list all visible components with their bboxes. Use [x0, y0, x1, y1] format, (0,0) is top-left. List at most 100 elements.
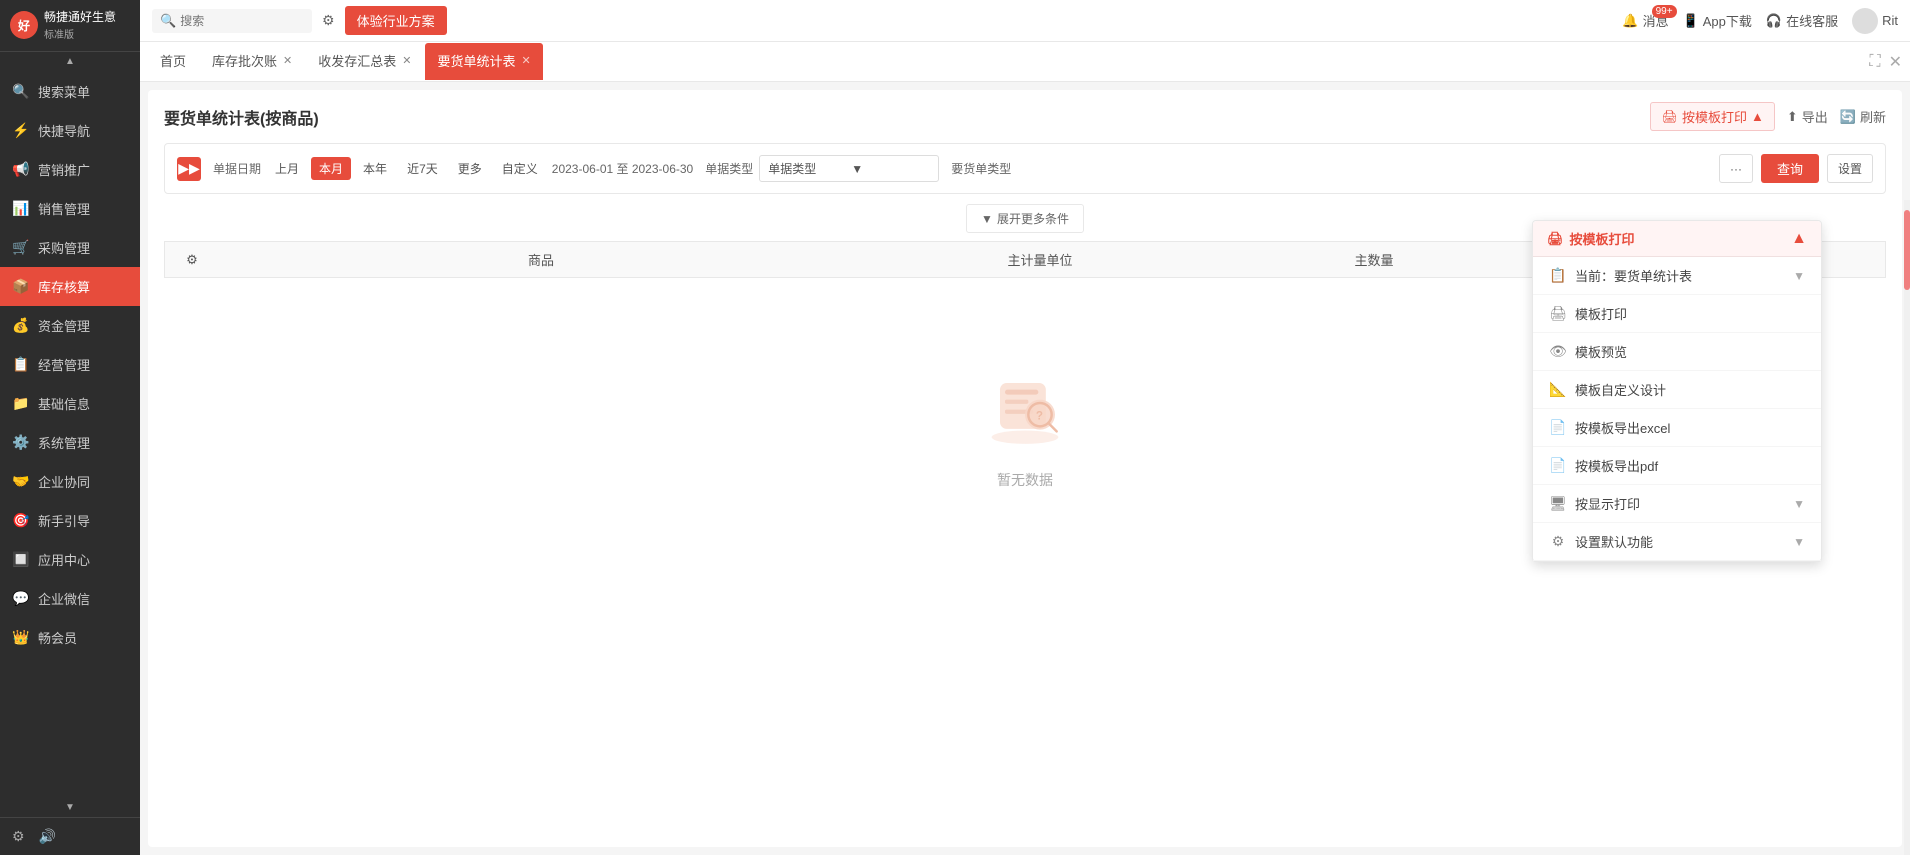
sidebar-item-sales[interactable]: 📊 销售管理	[0, 189, 140, 228]
tab-order-stats[interactable]: 要货单统计表 ✕	[425, 43, 542, 80]
sidebar-item-purchase[interactable]: 🛒 采购管理	[0, 228, 140, 267]
settings-button[interactable]: 设置	[1827, 154, 1873, 183]
sidebar-scroll-down[interactable]: ▼	[0, 797, 140, 817]
sidebar-item-label: 库存核算	[38, 277, 90, 296]
sidebar-item-operations[interactable]: 📋 经营管理	[0, 345, 140, 384]
finance-icon: 💰	[12, 317, 30, 334]
main-content: 🔍 ⚙ 体验行业方案 🔔 消息 99+ 📱 App下载 🎧 在线客服 Rit	[140, 0, 1910, 855]
sidebar-logo: 好 畅捷通好生意 标准版	[0, 0, 140, 52]
wechat-icon: 💬	[12, 590, 30, 607]
content-actions: 🖨 按模板打印 ▲ ⬆ 导出 🔄 刷新	[1650, 102, 1886, 131]
tab-receipt-summary[interactable]: 收发存汇总表 ✕	[306, 43, 423, 80]
sidebar-item-system[interactable]: ⚙️ 系统管理	[0, 423, 140, 462]
sidebar-item-member[interactable]: 👑 畅会员	[0, 618, 140, 657]
date-tab-more[interactable]: 更多	[450, 157, 490, 180]
expand-more-conditions[interactable]: ▼ 展开更多条件	[966, 204, 1084, 233]
sidebar-item-label: 企业微信	[38, 589, 90, 608]
tab-home[interactable]: 首页	[148, 43, 198, 80]
tab-label: 要货单统计表	[437, 51, 515, 70]
col-settings-label: ⚙	[186, 252, 198, 267]
default-func-icon: ⚙	[1549, 533, 1567, 550]
tab-close-icon[interactable]: ✕	[283, 54, 292, 67]
printer-icon: 🖨	[1661, 109, 1678, 125]
sidebar-item-wechat[interactable]: 💬 企业微信	[0, 579, 140, 618]
tab-close-all-button[interactable]: ✕	[1889, 52, 1902, 72]
print-popup-title-text: 按模板打印	[1570, 229, 1635, 248]
popup-template-design[interactable]: 📐 模板自定义设计	[1533, 371, 1821, 409]
topbar-search-box[interactable]: 🔍	[152, 9, 312, 33]
popup-display-print[interactable]: 🖥 按显示打印 ▼	[1533, 485, 1821, 523]
sales-icon: 📊	[12, 200, 30, 217]
footer-settings-icon[interactable]: ⚙	[12, 828, 25, 845]
empty-state-text: 暂无数据	[997, 470, 1053, 490]
template-print-label: 模板打印	[1575, 304, 1805, 323]
preview-icon: 👁	[1549, 343, 1567, 360]
page-area: 要货单统计表(按商品) 🖨 按模板打印 ▲ ⬆ 导出 🔄 刷新	[140, 82, 1910, 855]
sidebar-item-enterprise[interactable]: 🤝 企业协同	[0, 462, 140, 501]
date-tab-this-year[interactable]: 本年	[355, 157, 395, 180]
sidebar-item-apps[interactable]: 🔲 应用中心	[0, 540, 140, 579]
sidebar-item-basic[interactable]: 📁 基础信息	[0, 384, 140, 423]
col-settings[interactable]: ⚙	[177, 252, 207, 268]
date-tab-7days[interactable]: 近7天	[399, 157, 446, 180]
print-popup-close-button[interactable]: ▲	[1791, 230, 1807, 248]
search-input[interactable]	[180, 14, 300, 28]
date-tab-custom[interactable]: 自定义	[494, 157, 546, 180]
chevron-up-icon: ▲	[1751, 109, 1764, 124]
footer-sound-icon[interactable]: 🔊	[39, 828, 56, 845]
query-button[interactable]: 查询	[1761, 154, 1819, 183]
bell-icon: 🔔	[1622, 13, 1638, 29]
sidebar-item-quick-nav[interactable]: ⚡ 快捷导航	[0, 111, 140, 150]
marketing-icon: 📢	[12, 161, 30, 178]
type-filter-group: 单据类型 单据类型 ▼	[705, 155, 939, 182]
app-version: 标准版	[44, 26, 116, 41]
search-icon: 🔍	[12, 83, 30, 100]
app-logo-icon: 好	[10, 11, 38, 39]
date-tab-last-month[interactable]: 上月	[267, 157, 307, 180]
user-menu-button[interactable]: Rit	[1852, 8, 1898, 34]
online-service-button[interactable]: 🎧 在线客服	[1766, 11, 1838, 30]
sidebar-scroll-up[interactable]: ▲	[0, 52, 140, 72]
refresh-button[interactable]: 🔄 刷新	[1840, 107, 1886, 126]
export-button[interactable]: ⬆ 导出	[1787, 107, 1828, 126]
tab-close-icon[interactable]: ✕	[402, 54, 411, 67]
type-select-value: 单据类型	[768, 160, 847, 177]
newbie-icon: 🎯	[12, 512, 30, 529]
filter-expand-button[interactable]: ▶▶	[177, 157, 201, 181]
sidebar-item-search[interactable]: 🔍 搜索菜单	[0, 72, 140, 111]
scrollbar-thumb[interactable]	[1904, 210, 1910, 290]
popup-default-func[interactable]: ⚙ 设置默认功能 ▼	[1533, 523, 1821, 561]
popup-template-print[interactable]: 🖨 模板打印	[1533, 295, 1821, 333]
popup-current-template[interactable]: 📋 当前：要货单统计表 ▼	[1533, 257, 1821, 295]
sidebar-item-marketing[interactable]: 📢 营销推广	[0, 150, 140, 189]
avatar	[1852, 8, 1878, 34]
display-print-label: 按显示打印	[1575, 494, 1785, 513]
popup-template-excel[interactable]: 📄 按模板导出excel	[1533, 409, 1821, 447]
template-design-label: 模板自定义设计	[1575, 380, 1805, 399]
sidebar-item-inventory[interactable]: 📦 库存核算	[0, 267, 140, 306]
popup-template-pdf[interactable]: 📄 按模板导出pdf	[1533, 447, 1821, 485]
chevron-down-icon: ▼	[851, 162, 930, 176]
topbar-right-actions: 🔔 消息 99+ 📱 App下载 🎧 在线客服 Rit	[1622, 8, 1898, 34]
popup-template-preview[interactable]: 👁 模板预览	[1533, 333, 1821, 371]
app-download-button[interactable]: 📱 App下载	[1683, 11, 1752, 30]
phone-icon: 📱	[1683, 13, 1699, 29]
tab-maximize-button[interactable]: ⛶	[1869, 53, 1880, 71]
app-download-label: App下载	[1703, 11, 1752, 30]
print-template-button[interactable]: 🖨 按模板打印 ▲	[1650, 102, 1774, 131]
tab-label: 收发存汇总表	[318, 51, 396, 70]
printer-item-icon: 🖨	[1549, 305, 1567, 322]
tab-close-icon[interactable]: ✕	[522, 54, 531, 67]
content-header: 要货单统计表(按商品) 🖨 按模板打印 ▲ ⬆ 导出 🔄 刷新	[164, 102, 1886, 131]
tab-batch-account[interactable]: 库存批次账 ✕	[200, 43, 304, 80]
more-options-button[interactable]: ···	[1719, 154, 1753, 183]
type-filter-select[interactable]: 单据类型 ▼	[759, 155, 939, 182]
trial-industry-button[interactable]: 体验行业方案	[345, 6, 447, 35]
settings-gear-button[interactable]: ⚙	[322, 12, 335, 29]
date-tab-this-month[interactable]: 本月	[311, 157, 351, 180]
sidebar-item-newbie[interactable]: 🎯 新手引导	[0, 501, 140, 540]
sidebar-item-finance[interactable]: 💰 资金管理	[0, 306, 140, 345]
right-scrollbar[interactable]	[1904, 200, 1910, 855]
notifications-button[interactable]: 🔔 消息 99+	[1622, 11, 1668, 30]
sidebar-item-label: 系统管理	[38, 433, 90, 452]
